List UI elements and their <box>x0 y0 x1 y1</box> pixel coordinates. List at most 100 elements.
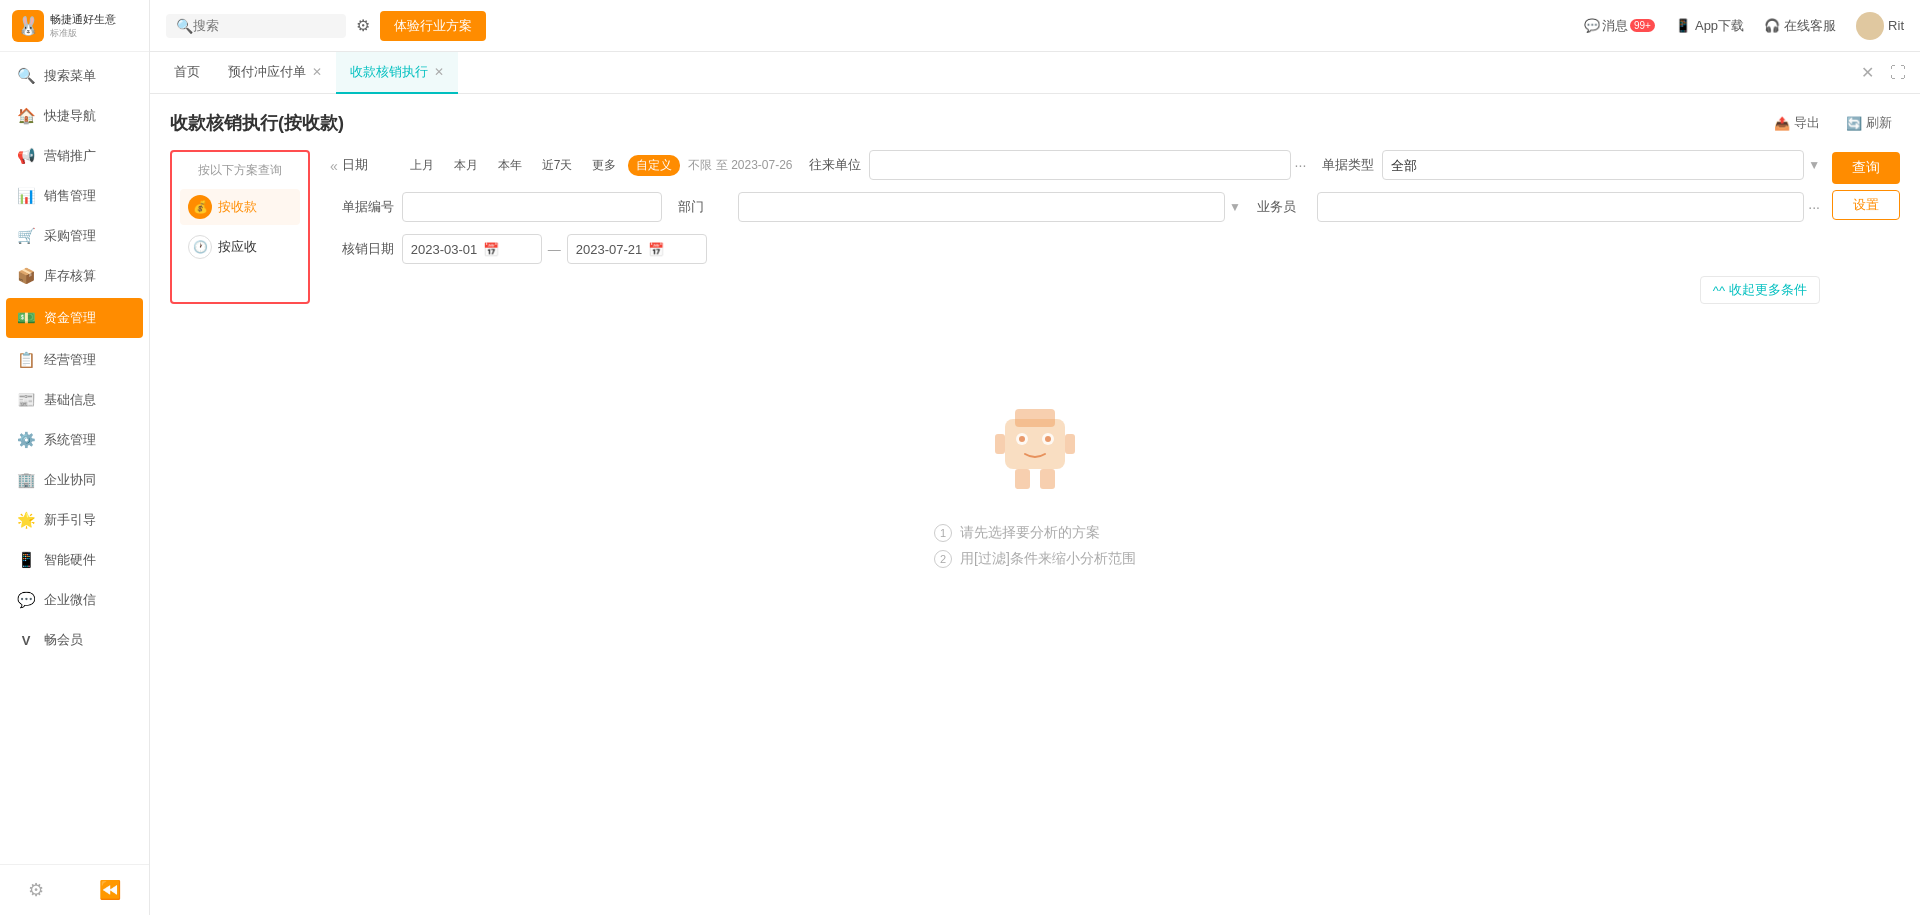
enterprise-icon: 🏢 <box>16 470 36 490</box>
date-tab-thismonth[interactable]: 本月 <box>446 154 486 177</box>
date-tab-lastmonth[interactable]: 上月 <box>402 154 442 177</box>
date-tab-more[interactable]: 更多 <box>584 154 624 177</box>
message-badge: 99+ <box>1630 19 1655 32</box>
partner-input-wrap[interactable] <box>869 150 1291 180</box>
refresh-btn[interactable]: 🔄 刷新 <box>1838 110 1900 136</box>
sidebar-item-marketing[interactable]: 📢 营销推广 <box>0 136 149 176</box>
empty-state: 1 请先选择要分析的方案 2 用[过滤]条件来缩小分析范围 <box>170 304 1900 656</box>
sidebar-item-system[interactable]: ⚙️ 系统管理 <box>0 420 149 460</box>
calendar-end-icon: 📅 <box>648 242 664 257</box>
collapse-sidebar-btn[interactable]: ⏪ <box>91 875 129 905</box>
user-name: Rit <box>1888 18 1904 33</box>
sidebar-item-enterprise[interactable]: 🏢 企业协同 <box>0 460 149 500</box>
search-header-icon: 🔍 <box>176 18 193 34</box>
query-button[interactable]: 查询 <box>1832 152 1900 184</box>
filter-row-2: 单据编号 部门 <box>342 192 1820 222</box>
verify-date-start-value: 2023-03-01 <box>411 242 478 257</box>
close-tab-btn[interactable]: ✕ <box>1857 61 1878 84</box>
settings-bottom-icon[interactable]: ⚙ <box>20 875 52 905</box>
wechat-icon: 💬 <box>16 590 36 610</box>
user-area[interactable]: Rit <box>1856 12 1904 40</box>
date-tabs: 上月 本月 本年 近7天 更多 自定义 不限 至 2023-07-26 <box>402 154 793 177</box>
filter-group-partner: 往来单位 ··· <box>809 150 1307 180</box>
staff-label: 业务员 <box>1257 198 1317 216</box>
marketing-icon: 📢 <box>16 146 36 166</box>
header-search-area[interactable]: 🔍 <box>166 14 346 38</box>
doctype-select-wrap[interactable]: 全部 <box>1382 150 1804 180</box>
sidebar-item-basic[interactable]: 📰 基础信息 <box>0 380 149 420</box>
sidebar-collapse-btn[interactable]: « <box>326 158 342 174</box>
chevron-up-icon: ^^ <box>1713 283 1725 298</box>
sales-icon: 📊 <box>16 186 36 206</box>
date-tab-custom[interactable]: 自定义 <box>628 155 680 176</box>
filter-sidebar: 按以下方案查询 💰 按收款 🕐 按应收 <box>170 150 310 304</box>
app-download-btn[interactable]: 📱 App下载 <box>1675 17 1744 35</box>
filter-group-date: 日期 上月 本月 本年 近7天 更多 自定义 不限 至 2023-07-26 <box>342 154 793 177</box>
header-search-input[interactable] <box>193 18 323 33</box>
partner-input[interactable] <box>878 158 1282 173</box>
sidebar-item-purchase[interactable]: 🛒 采购管理 <box>0 216 149 256</box>
docno-label: 单据编号 <box>342 198 402 216</box>
empty-tips: 1 请先选择要分析的方案 2 用[过滤]条件来缩小分析范围 <box>934 524 1136 576</box>
online-service-btn[interactable]: 🎧 在线客服 <box>1764 17 1836 35</box>
collapse-more-btn[interactable]: ^^ 收起更多条件 <box>1700 276 1820 304</box>
staff-input[interactable] <box>1326 200 1795 215</box>
filter-option-receivable[interactable]: 🕐 按应收 <box>180 229 300 265</box>
date-separator: — <box>548 242 561 257</box>
message-btn[interactable]: 💬 消息 99+ <box>1584 17 1655 35</box>
tab-prepay-close[interactable]: ✕ <box>312 65 322 79</box>
verify-date-end-input[interactable]: 2023-07-21 📅 <box>567 234 707 264</box>
staff-input-wrap[interactable] <box>1317 192 1804 222</box>
docno-input[interactable] <box>411 200 653 215</box>
svg-rect-7 <box>1065 434 1075 454</box>
dept-label: 部门 <box>678 198 738 216</box>
verify-date-label: 核销日期 <box>342 240 402 258</box>
page-title: 收款核销执行(按收款) <box>170 111 344 135</box>
solution-button[interactable]: 体验行业方案 <box>380 11 486 41</box>
business-icon: 📋 <box>16 350 36 370</box>
dept-chevron: ▼ <box>1229 200 1241 214</box>
sidebar-item-member[interactable]: V 畅会员 <box>0 620 149 660</box>
dept-select-wrap[interactable] <box>738 192 1225 222</box>
collapse-more: ^^ 收起更多条件 <box>342 276 1820 304</box>
app-icon: 📱 <box>1675 18 1691 33</box>
gear-icon[interactable]: ⚙ <box>356 16 370 35</box>
tab-collection-close[interactable]: ✕ <box>434 65 444 79</box>
svg-rect-9 <box>1040 469 1055 489</box>
tab-prepay[interactable]: 预付冲应付单 ✕ <box>214 52 336 94</box>
setting-button[interactable]: 设置 <box>1832 190 1900 220</box>
filter-group-verify-date: 核销日期 2023-03-01 📅 — 2023-07-21 <box>342 234 707 264</box>
doctype-label: 单据类型 <box>1322 156 1382 174</box>
export-icon: 📤 <box>1774 116 1790 131</box>
sidebar-item-quick[interactable]: 🏠 快捷导航 <box>0 96 149 136</box>
filter-group-dept: 部门 ▼ <box>678 192 1241 222</box>
empty-tip-1: 1 请先选择要分析的方案 <box>934 524 1136 542</box>
svg-rect-8 <box>1015 469 1030 489</box>
filter-group-staff: 业务员 ··· <box>1257 192 1820 222</box>
staff-dots[interactable]: ··· <box>1808 199 1820 215</box>
export-btn[interactable]: 📤 导出 <box>1766 110 1828 136</box>
sidebar-item-inventory[interactable]: 📦 库存核算 <box>0 256 149 296</box>
verify-date-start-input[interactable]: 2023-03-01 📅 <box>402 234 542 264</box>
docno-input-wrap[interactable] <box>402 192 662 222</box>
sidebar-item-hardware[interactable]: 📱 智能硬件 <box>0 540 149 580</box>
tab-home[interactable]: 首页 <box>160 52 214 94</box>
date-tab-thisyear[interactable]: 本年 <box>490 154 530 177</box>
main-area: 🔍 ⚙ 体验行业方案 💬 消息 99+ 📱 App下载 🎧 在线客服 Rit <box>150 0 1920 915</box>
sidebar-item-finance[interactable]: 💵 资金管理 <box>6 298 143 338</box>
sidebar-item-search[interactable]: 🔍 搜索菜单 <box>0 56 149 96</box>
date-tab-7days[interactable]: 近7天 <box>534 154 581 177</box>
service-icon: 🎧 <box>1764 18 1780 33</box>
filter-row-3: 核销日期 2023-03-01 📅 — 2023-07-21 <box>342 234 1820 264</box>
sidebar-item-sales[interactable]: 📊 销售管理 <box>0 176 149 216</box>
maximize-tab-btn[interactable]: ⛶ <box>1886 62 1910 84</box>
partner-dots[interactable]: ··· <box>1295 157 1307 173</box>
sidebar-item-wechat[interactable]: 💬 企业微信 <box>0 580 149 620</box>
sidebar-item-business[interactable]: 📋 经营管理 <box>0 340 149 380</box>
filter-option-collection[interactable]: 💰 按收款 <box>180 189 300 225</box>
dept-select[interactable] <box>747 200 1216 215</box>
tab-collection[interactable]: 收款核销执行 ✕ <box>336 52 458 94</box>
doctype-select[interactable]: 全部 <box>1391 158 1795 173</box>
system-icon: ⚙️ <box>16 430 36 450</box>
sidebar-item-guide[interactable]: 🌟 新手引导 <box>0 500 149 540</box>
